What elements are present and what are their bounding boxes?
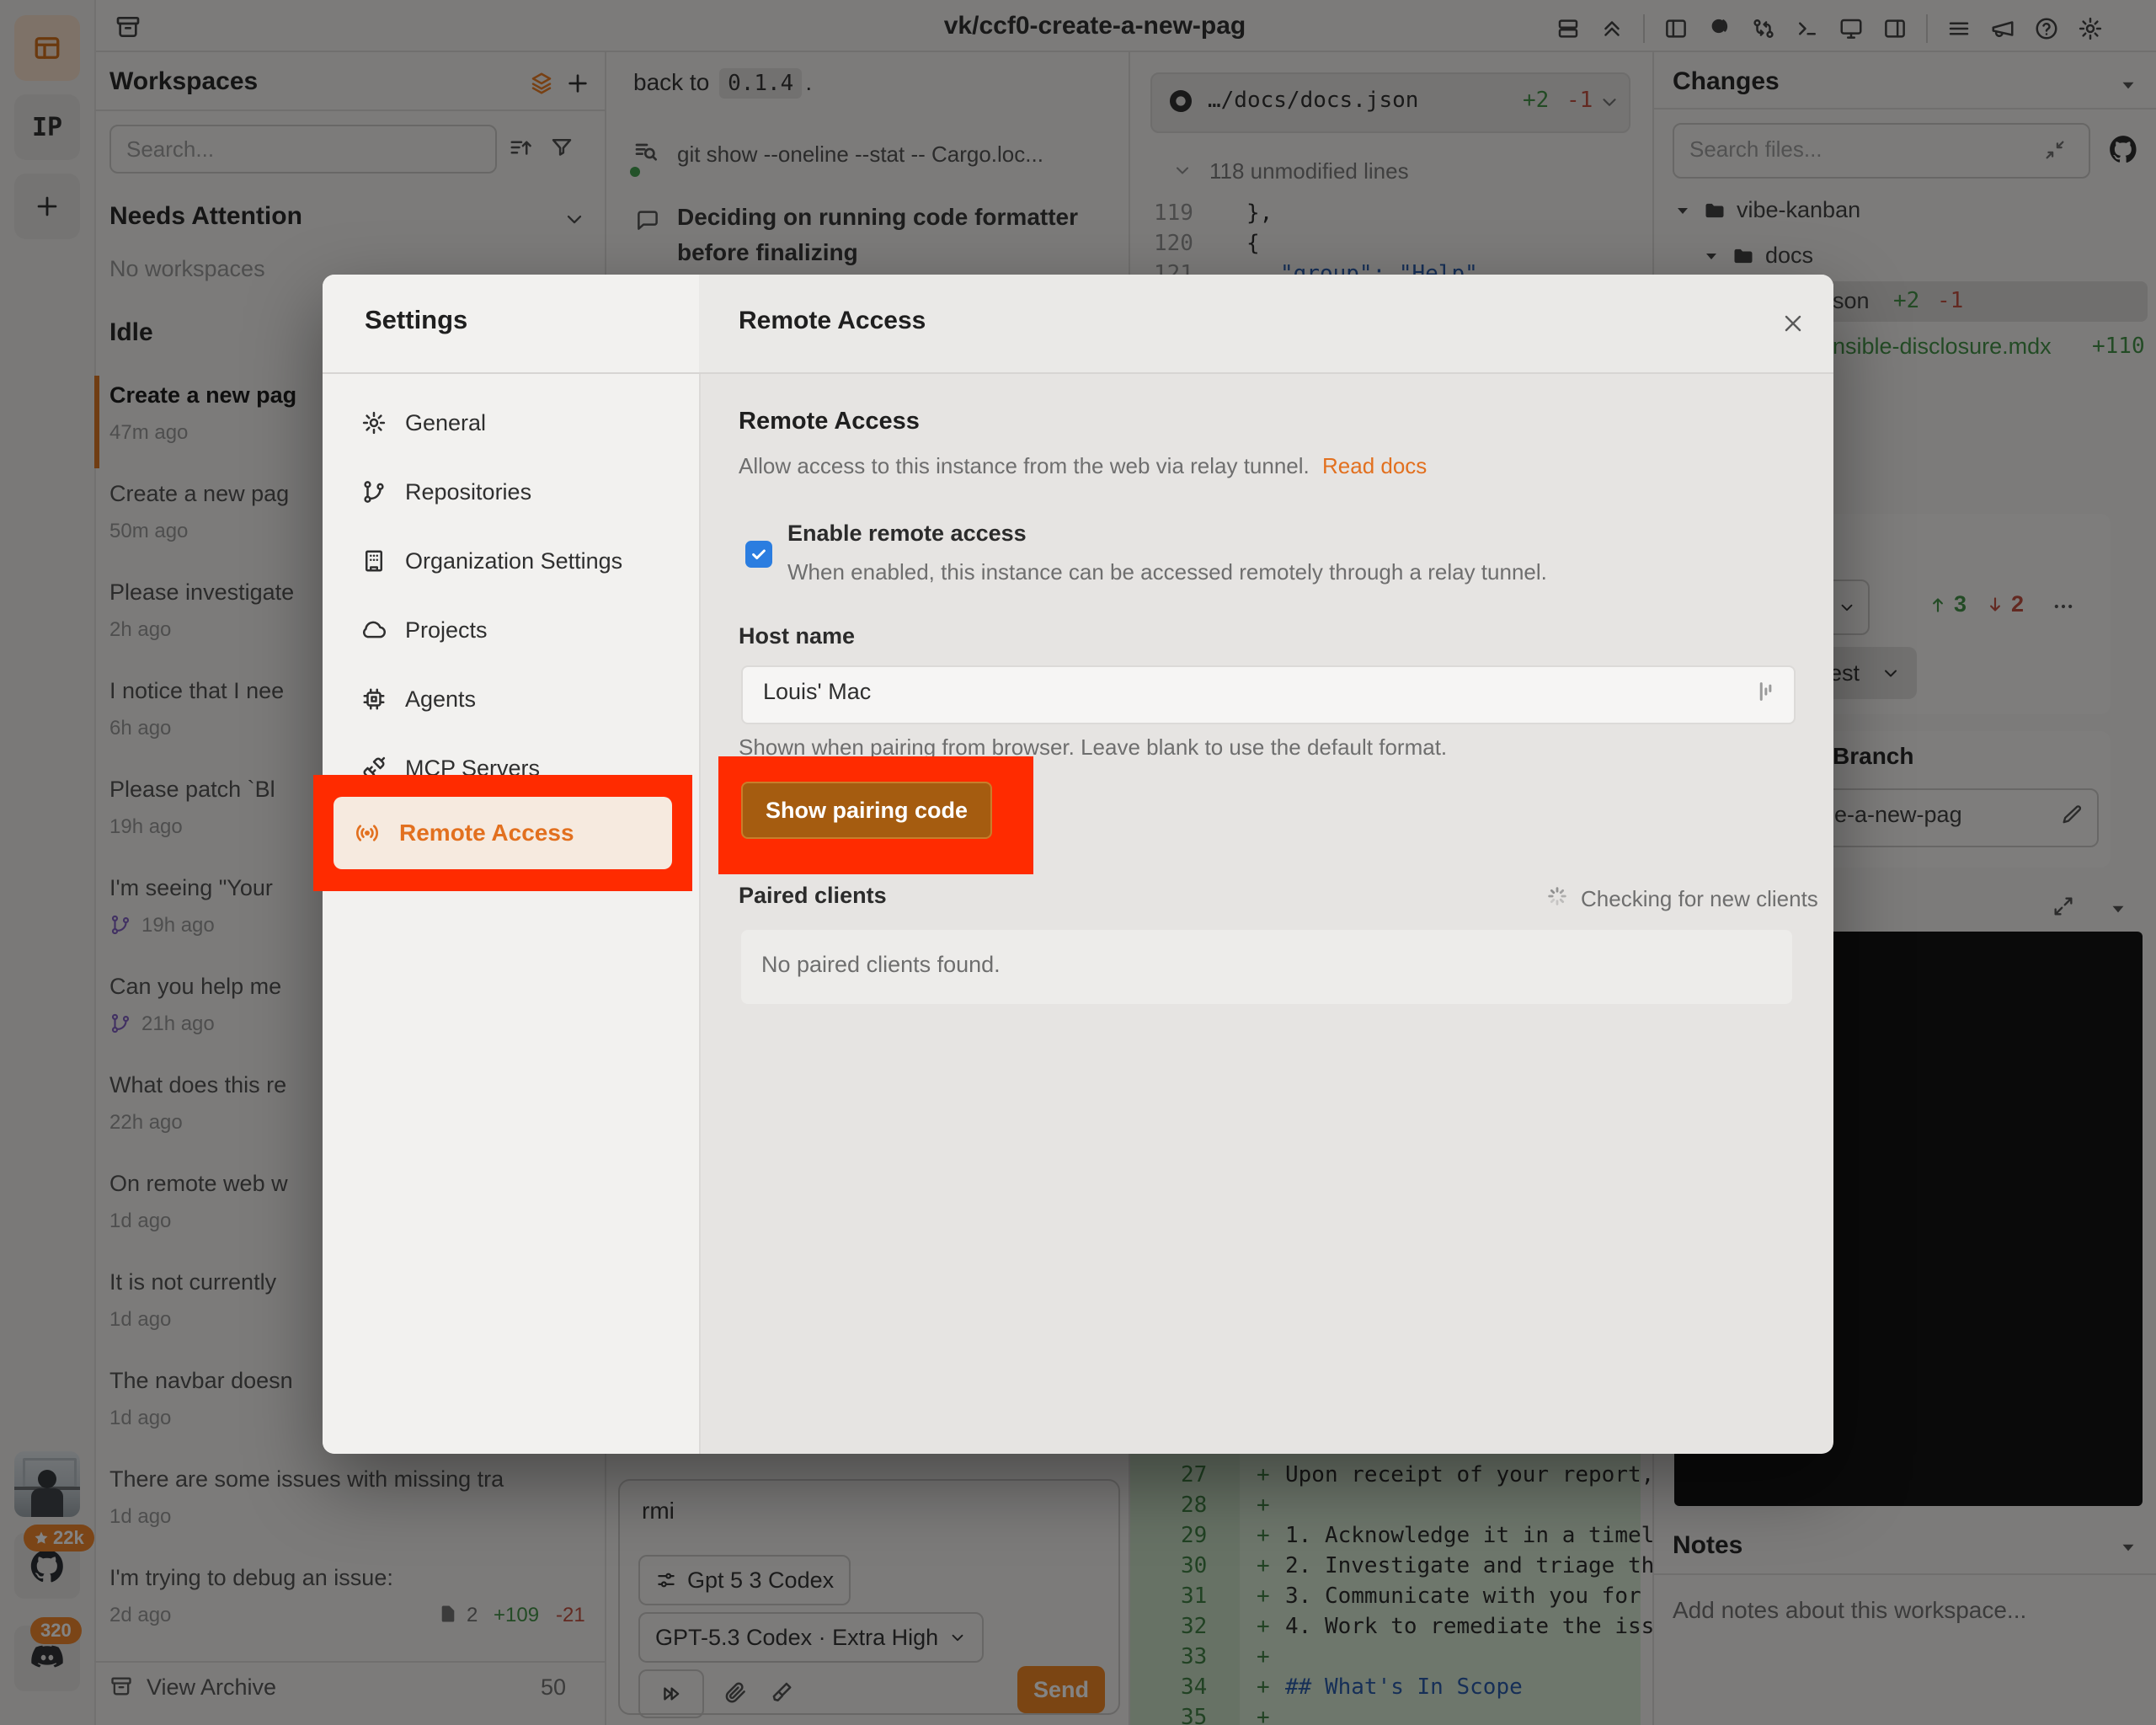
settings-title: Settings: [365, 305, 467, 335]
remote-access-description: Allow access to this instance from the w…: [739, 453, 1427, 479]
paired-clients-empty: No paired clients found.: [761, 952, 1001, 978]
check-icon: [750, 545, 768, 563]
nav-remote-access[interactable]: Remote Access: [334, 797, 672, 869]
close-icon[interactable]: [1780, 310, 1806, 337]
host-name-label: Host name: [739, 623, 855, 649]
building-icon: [361, 548, 387, 574]
nav-projects[interactable]: Projects: [346, 600, 691, 660]
annotation-box-remote-access: Remote Access: [313, 775, 692, 891]
nav-organization-settings[interactable]: Organization Settings: [346, 531, 691, 591]
modal-title: Remote Access: [739, 307, 926, 335]
paired-clients-box: No paired clients found.: [741, 930, 1792, 1004]
show-pairing-code-button[interactable]: Show pairing code: [741, 782, 992, 839]
enable-remote-label[interactable]: Enable remote access: [787, 521, 1027, 547]
cloud-icon: [361, 617, 387, 643]
text-cursor-bars-icon: [1752, 679, 1777, 704]
cpu-icon: [361, 686, 387, 712]
nav-agents[interactable]: Agents: [346, 669, 691, 729]
annotation-box-pairing-button: Show pairing code: [718, 756, 1033, 874]
enable-remote-sub: When enabled, this instance can be acces…: [787, 559, 1547, 585]
host-name-value: Louis' Mac: [763, 679, 871, 705]
radio-icon: [354, 820, 381, 846]
git-branch-icon: [361, 479, 387, 505]
app-window: vk/ccf0-create-a-new-pag IP: [0, 0, 2156, 1725]
paired-clients-heading: Paired clients: [739, 883, 887, 909]
checking-clients-status: Checking for new clients: [1581, 886, 1818, 912]
gear-icon: [361, 410, 387, 435]
host-name-input[interactable]: Louis' Mac: [741, 665, 1796, 724]
spinner-icon: [1545, 884, 1569, 908]
enable-remote-checkbox[interactable]: [745, 541, 772, 568]
nav-general[interactable]: General: [346, 393, 691, 453]
nav-repositories[interactable]: Repositories: [346, 462, 691, 522]
read-docs-link[interactable]: Read docs: [1322, 453, 1427, 478]
remote-access-heading: Remote Access: [739, 408, 920, 435]
